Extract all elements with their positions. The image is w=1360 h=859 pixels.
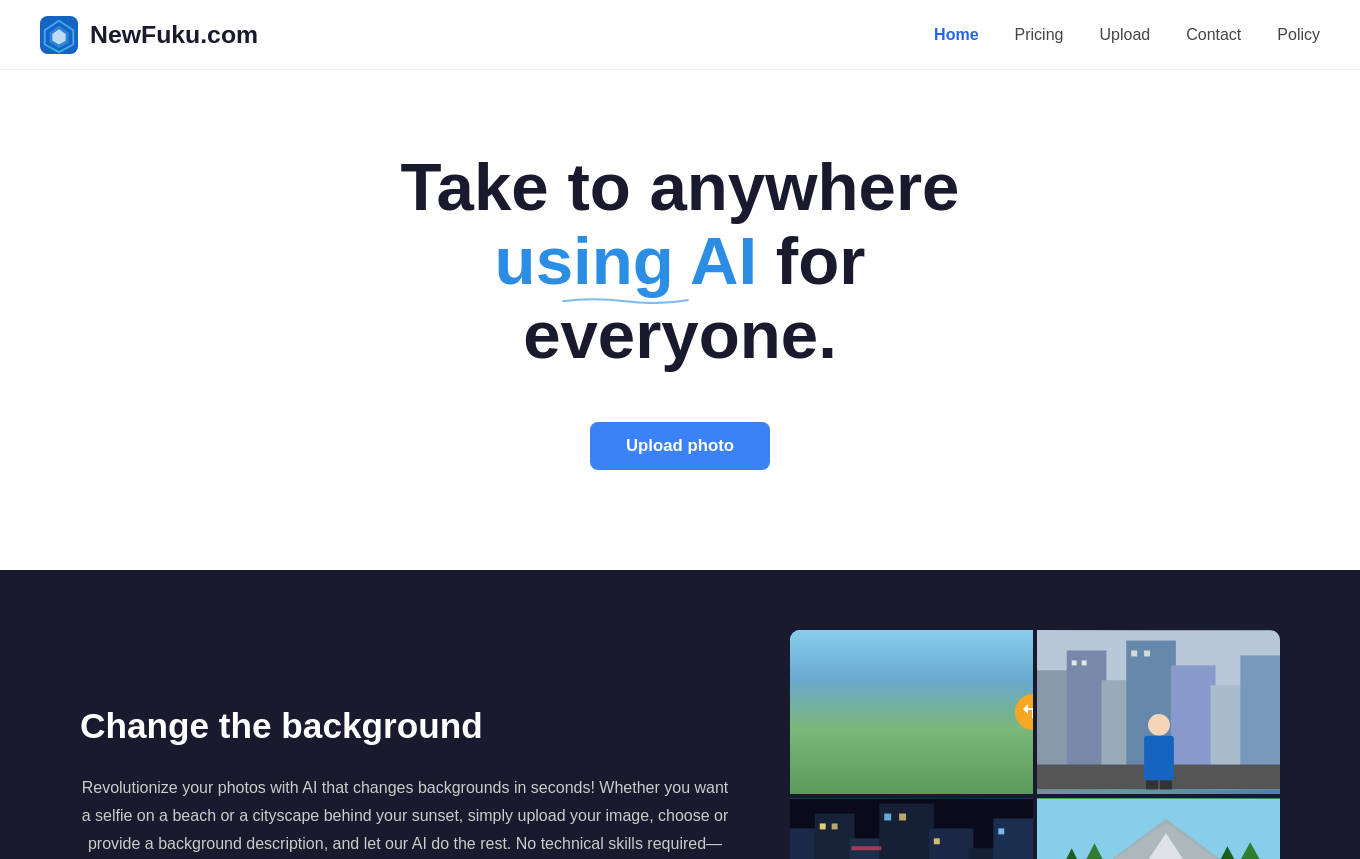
- logo-link[interactable]: NewFuku.com: [40, 16, 258, 54]
- dark-section: Change the background Revolutionize your…: [0, 570, 1360, 859]
- dark-heading: Change the background: [80, 706, 730, 746]
- demo-photo-3: [790, 798, 1033, 859]
- demo-photo-1: [790, 630, 1033, 794]
- svg-rect-31: [1144, 736, 1174, 781]
- svg-rect-12: [830, 685, 860, 720]
- nav-policy[interactable]: Policy: [1277, 26, 1320, 43]
- svg-rect-32: [1146, 780, 1158, 789]
- svg-marker-8: [790, 680, 909, 720]
- svg-rect-4: [790, 630, 1033, 719]
- hero-title: Take to anywhere using AI for everyone.: [40, 150, 1320, 372]
- demo-scene-4: [1037, 798, 1280, 859]
- nav-pricing[interactable]: Pricing: [1015, 26, 1064, 43]
- nav-contact[interactable]: Contact: [1186, 26, 1241, 43]
- svg-rect-10: [790, 720, 1033, 789]
- svg-rect-44: [884, 813, 891, 820]
- upload-photo-button[interactable]: Upload photo: [590, 422, 770, 470]
- hero-ai-text: using AI: [495, 224, 758, 298]
- svg-point-30: [1148, 714, 1170, 736]
- logo-icon: [40, 16, 78, 54]
- svg-rect-43: [832, 823, 838, 829]
- svg-rect-27: [1131, 650, 1137, 656]
- svg-rect-25: [1072, 660, 1077, 665]
- svg-rect-42: [820, 823, 826, 829]
- svg-rect-48: [851, 846, 881, 850]
- hero-section: Take to anywhere using AI for everyone. …: [0, 70, 1360, 570]
- svg-rect-14: [895, 710, 929, 762]
- svg-rect-38: [879, 803, 934, 859]
- hero-for-text: for: [776, 223, 866, 298]
- hero-everyone-text: everyone.: [523, 297, 837, 372]
- transform-arrows: [1015, 694, 1033, 730]
- nav-upload[interactable]: Upload: [1099, 26, 1150, 43]
- dark-description: Revolutionize your photos with AI that c…: [80, 774, 730, 859]
- svg-rect-16: [913, 761, 927, 789]
- svg-rect-26: [1082, 660, 1087, 665]
- arrows-icon: [1021, 700, 1033, 724]
- demo-scene-2: [1037, 630, 1280, 790]
- svg-rect-11: [800, 695, 825, 720]
- navbar: NewFuku.com Home Pricing Upload Contact …: [0, 0, 1360, 70]
- svg-marker-9: [869, 675, 1028, 720]
- svg-point-13: [900, 686, 924, 710]
- svg-rect-28: [1144, 650, 1150, 656]
- demo-photo-4: [1037, 798, 1280, 859]
- svg-rect-15: [897, 761, 911, 789]
- hero-title-line1: Take to anywhere: [401, 149, 960, 224]
- dark-text-area: Change the background Revolutionize your…: [80, 706, 730, 859]
- demo-scene-3: [790, 798, 1033, 859]
- logo-text: NewFuku.com: [90, 21, 258, 49]
- nav-links: Home Pricing Upload Contact Policy: [934, 26, 1320, 44]
- svg-point-5: [815, 645, 884, 675]
- svg-point-6: [850, 643, 900, 667]
- svg-point-7: [929, 638, 989, 662]
- nav-home[interactable]: Home: [934, 26, 978, 43]
- svg-rect-47: [998, 828, 1004, 834]
- svg-rect-33: [1160, 780, 1172, 789]
- svg-rect-45: [899, 813, 906, 820]
- background-change-demo: [790, 630, 1280, 859]
- svg-rect-46: [934, 838, 940, 844]
- demo-scene-1: [790, 630, 1033, 790]
- svg-rect-36: [815, 813, 855, 859]
- demo-photo-2: [1037, 630, 1280, 794]
- svg-rect-41: [993, 818, 1033, 859]
